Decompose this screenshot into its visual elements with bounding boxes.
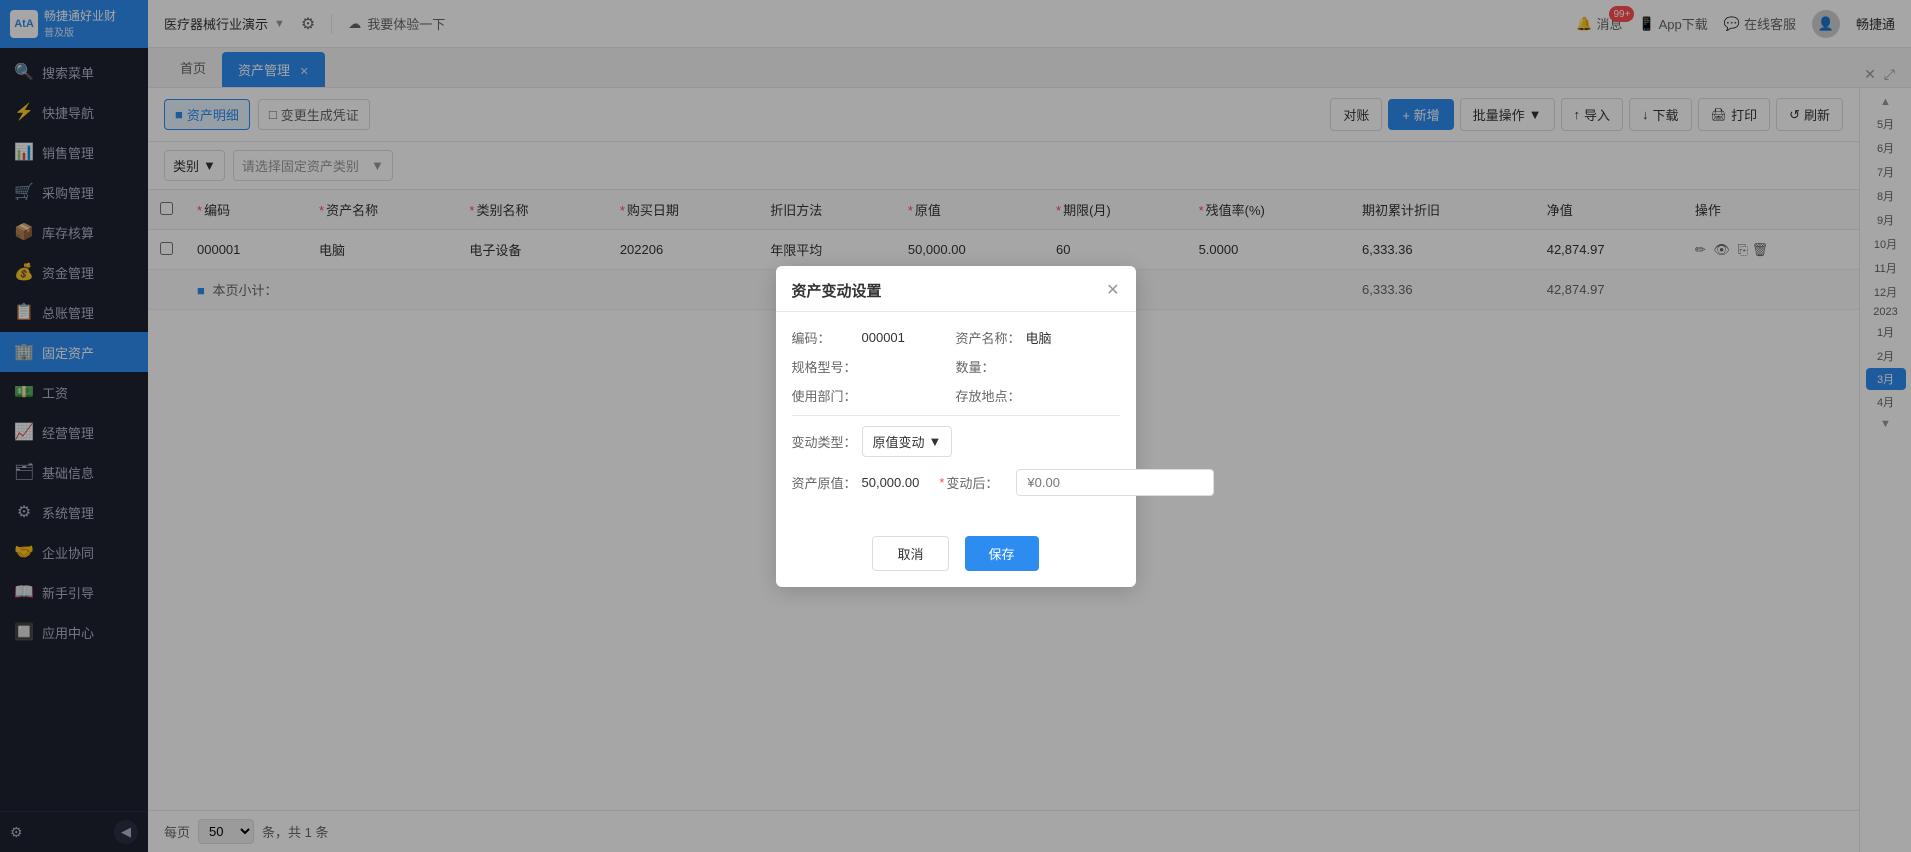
asset-value-label: 资产原值： (792, 473, 862, 492)
asset-name-label: 资产名称： (956, 328, 1026, 347)
asset-original-value: 50,000.00 (862, 475, 920, 490)
spec-label: 规格型号： (792, 357, 862, 376)
dialog-title: 资产变动设置 (792, 280, 882, 301)
dialog-overlay: 资产变动设置 ✕ 编码： 000001 资产名称： 电脑 规格型号： 数量： 使… (0, 0, 1911, 852)
dialog-row-code-name: 编码： 000001 资产名称： 电脑 (792, 328, 1120, 347)
chevron-down-icon: ▼ (929, 434, 942, 449)
dialog-header: 资产变动设置 ✕ (776, 266, 1136, 312)
department-label: 使用部门： (792, 386, 862, 405)
after-change-input[interactable] (1016, 469, 1214, 496)
quantity-label: 数量： (956, 357, 1026, 376)
cancel-button[interactable]: 取消 (872, 536, 948, 571)
asset-name-value: 电脑 (1026, 328, 1120, 347)
change-type-select[interactable]: 原值变动 ▼ (862, 426, 953, 457)
code-value: 000001 (862, 330, 956, 345)
dialog-row-spec-qty: 规格型号： 数量： (792, 357, 1120, 376)
code-label: 编码： (792, 328, 862, 347)
dialog-row-change-type: 变动类型： 原值变动 ▼ (792, 426, 1120, 457)
dialog-close-icon[interactable]: ✕ (1106, 280, 1119, 300)
dialog-body: 编码： 000001 资产名称： 电脑 规格型号： 数量： 使用部门： 存放地点… (776, 312, 1136, 524)
save-button[interactable]: 保存 (965, 536, 1039, 571)
dialog-row-dept-storage: 使用部门： 存放地点： (792, 386, 1120, 405)
required-star: * (939, 475, 944, 490)
dialog-divider (792, 415, 1120, 416)
after-change-label: 变动后： (946, 473, 1016, 492)
dialog-footer: 取消 保存 (776, 524, 1136, 587)
change-type-label: 变动类型： (792, 432, 862, 451)
asset-change-dialog: 资产变动设置 ✕ 编码： 000001 资产名称： 电脑 规格型号： 数量： 使… (776, 266, 1136, 587)
dialog-row-values: 资产原值： 50,000.00 * 变动后： (792, 469, 1120, 496)
change-type-value: 原值变动 (873, 432, 925, 451)
storage-label: 存放地点： (956, 386, 1026, 405)
